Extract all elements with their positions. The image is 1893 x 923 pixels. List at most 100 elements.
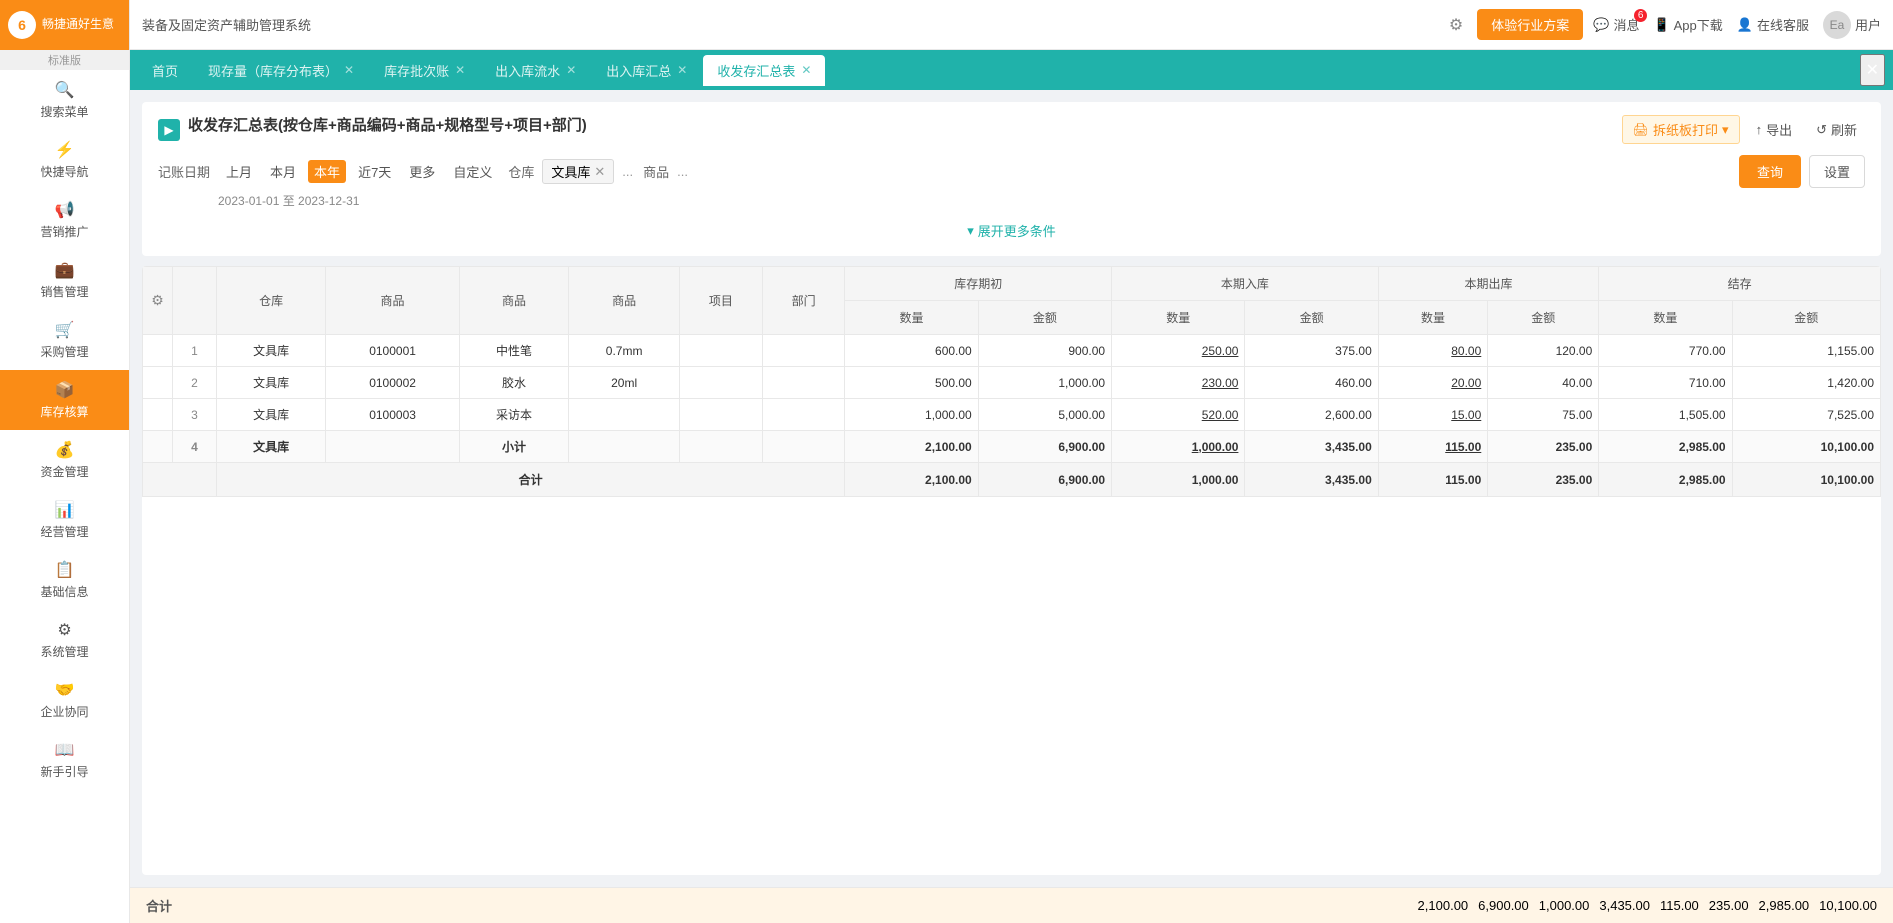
date-option-4[interactable]: 更多 <box>403 160 441 183</box>
sidebar-item-10[interactable]: 🤝 企业协同 <box>0 670 129 730</box>
tab-3[interactable]: 出入库流水✕ <box>481 55 590 86</box>
expand-arrow-button[interactable]: ▶ <box>158 119 180 141</box>
tab-close-3[interactable]: ✕ <box>566 63 576 77</box>
date-option-2[interactable]: 本年 <box>308 160 346 183</box>
tab-0[interactable]: 首页 <box>138 55 192 86</box>
date-option-5[interactable]: 自定义 <box>447 160 498 183</box>
sidebar-icon-1: ⚡ <box>55 140 75 160</box>
row-check <box>143 431 173 463</box>
date-option-1[interactable]: 本月 <box>264 160 302 183</box>
row-in-qty[interactable]: 520.00 <box>1112 399 1245 431</box>
row-in-qty[interactable]: 250.00 <box>1112 335 1245 367</box>
footer-out-amt: 235.00 <box>1488 463 1599 497</box>
row-out-qty[interactable]: 15.00 <box>1378 399 1488 431</box>
sidebar-item-2[interactable]: 📢 营销推广 <box>0 190 129 250</box>
row-init-qty: 2,100.00 <box>845 431 978 463</box>
footer-bar: 合计 2,100.00 6,900.00 1,000.00 3,435.00 1… <box>130 887 1893 923</box>
row-out-qty[interactable]: 80.00 <box>1378 335 1488 367</box>
sidebar-label-5: 库存核算 <box>40 403 88 420</box>
close-all-button[interactable]: ✕ <box>1860 54 1885 86</box>
footer-end-qty: 2,985.00 <box>1599 463 1732 497</box>
footer-out-qty: 115.00 <box>1378 463 1488 497</box>
date-options: 上月本月本年近7天更多自定义 <box>220 160 498 183</box>
date-option-0[interactable]: 上月 <box>220 160 258 183</box>
page-title: 收发存汇总表(按仓库+商品编码+商品+规格型号+项目+部门) <box>188 114 587 135</box>
col-header-project: 项目 <box>680 267 763 335</box>
message-action[interactable]: 💬 消息 6 <box>1593 15 1639 34</box>
avatar: Ea <box>1823 11 1851 39</box>
sidebar-item-4[interactable]: 🛒 采购管理 <box>0 310 129 370</box>
sidebar-item-7[interactable]: 📊 经营管理 <box>0 490 129 550</box>
row-end-amt: 7,525.00 <box>1732 399 1880 431</box>
sidebar-item-8[interactable]: 📋 基础信息 <box>0 550 129 610</box>
row-num: 2 <box>173 367 217 399</box>
row-name: 小计 <box>459 431 568 463</box>
col-header-code: 商品 <box>326 267 459 335</box>
expand-more-button[interactable]: ▾ 展开更多条件 <box>959 217 1064 244</box>
tab-label-1: 现存量（库存分布表） <box>208 61 338 80</box>
user-action[interactable]: Ea 用户 <box>1823 11 1881 39</box>
footer-bar-end-qty: 2,985.00 <box>1759 898 1810 913</box>
sidebar-item-0[interactable]: 🔍 搜索菜单 <box>0 70 129 130</box>
row-code: 0100002 <box>326 367 459 399</box>
sidebar-item-11[interactable]: 📖 新手引导 <box>0 730 129 790</box>
table-row: 1 文具库 0100001 中性笔 0.7mm 600.00 900.00 25… <box>143 335 1881 367</box>
app-download-action[interactable]: 📱 App下载 <box>1653 15 1722 34</box>
export-button[interactable]: ↑ 导出 <box>1748 116 1801 143</box>
sidebar-item-1[interactable]: ⚡ 快捷导航 <box>0 130 129 190</box>
footer-bar-init-amt: 6,900.00 <box>1478 898 1529 913</box>
tab-1[interactable]: 现存量（库存分布表） ✕ <box>194 55 368 86</box>
row-warehouse: 文具库 <box>216 399 325 431</box>
sidebar-icon-6: 💰 <box>55 440 75 460</box>
sidebar-icon-10: 🤝 <box>55 680 75 700</box>
app-download-label: App下载 <box>1674 15 1723 34</box>
warehouse-tag-close[interactable]: ✕ <box>594 164 605 180</box>
row-check <box>143 367 173 399</box>
row-end-qty: 710.00 <box>1599 367 1732 399</box>
experience-button[interactable]: 体验行业方案 <box>1477 9 1583 40</box>
row-in-qty[interactable]: 230.00 <box>1112 367 1245 399</box>
row-init-qty: 1,000.00 <box>845 399 978 431</box>
date-option-3[interactable]: 近7天 <box>352 160 397 183</box>
warehouse-filter-label: 仓库 <box>508 162 534 181</box>
warehouse-more-button[interactable]: ... <box>622 164 633 179</box>
date-filter-label: 记账日期 <box>158 162 210 181</box>
tab-2[interactable]: 库存批次账 ✕ <box>370 55 479 86</box>
online-service-action[interactable]: 👤 在线客服 <box>1737 15 1809 34</box>
service-icon: 👤 <box>1737 17 1753 33</box>
tab-label-2: 库存批次账 <box>384 61 449 80</box>
tab-5[interactable]: 收发存汇总表✕ <box>703 55 825 86</box>
row-in-qty[interactable]: 1,000.00 <box>1112 431 1245 463</box>
row-out-qty[interactable]: 115.00 <box>1378 431 1488 463</box>
row-end-qty: 770.00 <box>1599 335 1732 367</box>
row-out-qty[interactable]: 20.00 <box>1378 367 1488 399</box>
sidebar-label-6: 资金管理 <box>40 463 88 480</box>
tab-4[interactable]: 出入库汇总✕ <box>592 55 701 86</box>
sidebar-item-9[interactable]: ⚙ 系统管理 <box>0 610 129 670</box>
row-dept <box>762 399 845 431</box>
print-button[interactable]: 🖨 拆纸板打印 ▾ <box>1622 115 1740 144</box>
goods-more-button[interactable]: ... <box>677 164 688 179</box>
row-num: 3 <box>173 399 217 431</box>
column-settings-icon[interactable]: ⚙ <box>151 292 164 308</box>
row-spec: 0.7mm <box>569 335 680 367</box>
table-row: 3 文具库 0100003 采访本 1,000.00 5,000.00 520.… <box>143 399 1881 431</box>
table-settings-header: ⚙ <box>143 267 173 335</box>
sidebar-item-5[interactable]: 📦 库存核算 <box>0 370 129 430</box>
print-icon: 🖨 <box>1633 122 1650 138</box>
tab-close-4[interactable]: ✕ <box>677 63 687 77</box>
col-header-in: 本期入库 <box>1112 267 1379 301</box>
footer-init-amt: 6,900.00 <box>978 463 1111 497</box>
tab-close-5[interactable]: ✕ <box>801 63 811 77</box>
refresh-button[interactable]: ↺ 刷新 <box>1808 116 1865 143</box>
sidebar-item-6[interactable]: 💰 资金管理 <box>0 430 129 490</box>
tab-close-2[interactable]: ✕ <box>455 63 465 77</box>
row-dept <box>762 335 845 367</box>
tab-close-1[interactable]: ✕ <box>344 63 354 77</box>
query-button[interactable]: 查询 <box>1739 155 1801 188</box>
topbar-settings-button[interactable]: ⚙ <box>1445 11 1467 39</box>
filter-settings-button[interactable]: 设置 <box>1809 155 1865 188</box>
page-header: ▶ 收发存汇总表(按仓库+商品编码+商品+规格型号+项目+部门) 🖨 拆纸板打印… <box>142 102 1881 256</box>
row-spec <box>569 431 680 463</box>
sidebar-item-3[interactable]: 💼 销售管理 <box>0 250 129 310</box>
